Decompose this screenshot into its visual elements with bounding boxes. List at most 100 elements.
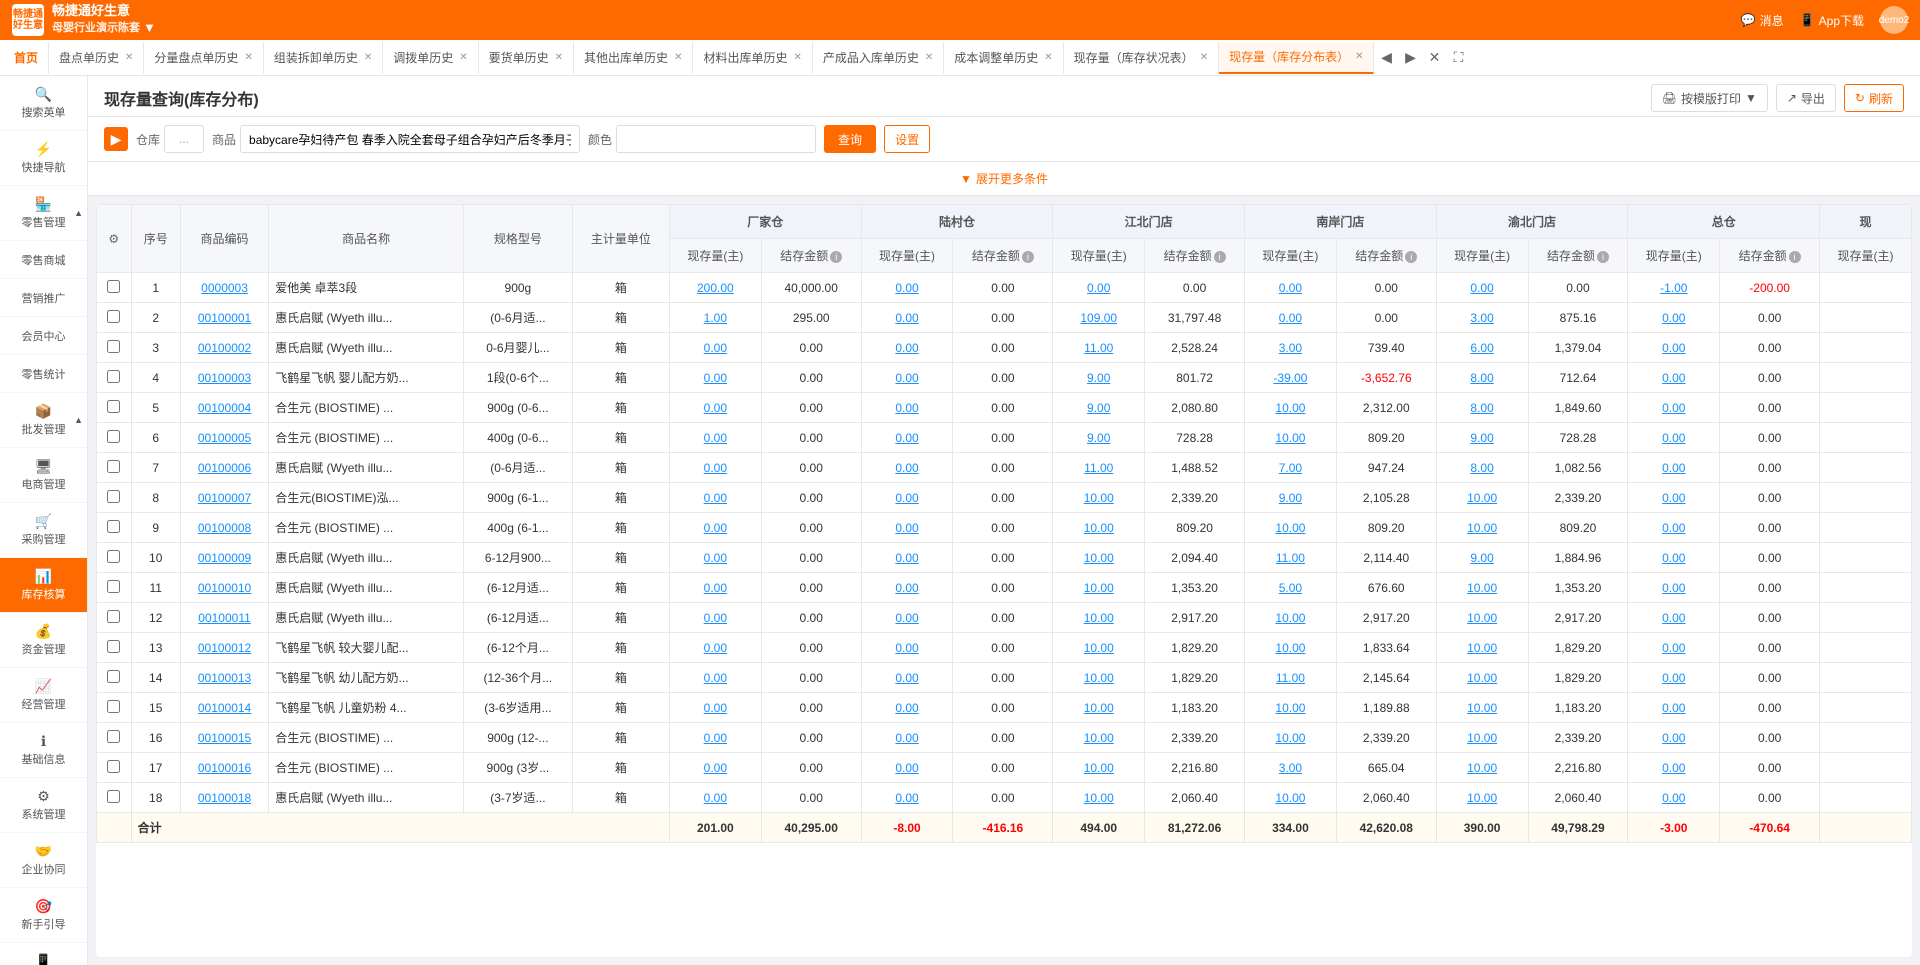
tab-t1[interactable]: 盘点单历史✕ [49,42,144,74]
product-code-cell[interactable]: 00100008 [180,513,268,543]
info-icon-2[interactable]: i [1022,251,1034,263]
app-download-btn[interactable]: 📱 App下载 [1800,12,1864,29]
product-code-cell[interactable]: 00100007 [180,483,268,513]
sidebar-item-营销推广[interactable]: 营销推广 [0,279,87,317]
info-icon-1[interactable]: i [830,251,842,263]
tab-t9[interactable]: 成本调整单历史✕ [944,42,1063,74]
close-tab-t1[interactable]: ✕ [125,52,133,63]
tab-next[interactable]: ▶ [1398,42,1422,74]
product-code-cell[interactable]: 00100013 [180,663,268,693]
product-code-cell[interactable]: 00100016 [180,753,268,783]
color-input[interactable] [616,125,816,153]
message-btn[interactable]: 💬 消息 [1741,12,1784,29]
setting-button[interactable]: 设置 [884,125,930,153]
close-tab-t4[interactable]: ✕ [459,52,467,63]
row-checkbox[interactable] [97,333,132,363]
product-code-cell[interactable]: 00100014 [180,693,268,723]
info-icon-4[interactable]: i [1405,251,1417,263]
close-tab-t6[interactable]: ✕ [674,52,682,63]
sidebar-item-电商管理[interactable]: 🖥 电商管理 [0,448,87,503]
product-code-cell[interactable]: 00100005 [180,423,268,453]
product-input[interactable] [240,125,580,153]
product-code-cell[interactable]: 00100015 [180,723,268,753]
product-code-cell[interactable]: 00100003 [180,363,268,393]
close-tab-t9[interactable]: ✕ [1044,52,1052,63]
export-button[interactable]: ↗ 导出 [1776,84,1836,112]
sidebar-item-采购管理[interactable]: 🛒 采购管理 [0,503,87,558]
sidebar-item-会员中心[interactable]: 会员中心 [0,317,87,355]
tab-home[interactable]: 首页 [4,42,49,74]
row-checkbox[interactable] [97,423,132,453]
sidebar-item-系统管理[interactable]: ⚙ 系统管理 [0,778,87,833]
tab-t7[interactable]: 材料出库单历史✕ [693,42,812,74]
row-checkbox[interactable] [97,603,132,633]
row-checkbox[interactable] [97,633,132,663]
close-tab-t7[interactable]: ✕ [793,52,801,63]
sidebar-item-库存核算[interactable]: 📊 库存核算 [0,558,87,613]
product-code-cell[interactable]: 00100018 [180,783,268,813]
row-checkbox[interactable] [97,783,132,813]
row-checkbox[interactable] [97,363,132,393]
refresh-button[interactable]: ↻ 刷新 [1844,84,1904,112]
sidebar-item-零售统计[interactable]: 零售统计 [0,355,87,393]
close-tab-t2[interactable]: ✕ [244,52,252,63]
tab-close[interactable]: ✕ [1422,42,1446,74]
product-code-cell[interactable]: 00100002 [180,333,268,363]
tab-t11[interactable]: 现存量（库存分布表）✕ [1219,42,1374,74]
product-code-cell[interactable]: 00100004 [180,393,268,423]
row-checkbox[interactable] [97,693,132,723]
row-checkbox[interactable] [97,273,132,303]
row-checkbox[interactable] [97,663,132,693]
tab-t4[interactable]: 调拨单历史✕ [383,42,478,74]
sidebar-item-搜索英单[interactable]: 🔍 搜索英单 [0,76,87,131]
tab-prev[interactable]: ◀ [1374,42,1398,74]
tab-t10[interactable]: 现存量（库存状况表）✕ [1064,42,1219,74]
row-checkbox[interactable] [97,393,132,423]
sidebar-item-经营管理[interactable]: 📈 经营管理 [0,668,87,723]
row-checkbox[interactable] [97,453,132,483]
row-checkbox[interactable] [97,723,132,753]
row-checkbox[interactable] [97,573,132,603]
row-checkbox[interactable] [97,513,132,543]
close-tab-t11[interactable]: ✕ [1355,51,1363,62]
row-checkbox[interactable] [97,303,132,333]
sidebar-item-应用中心[interactable]: 📱 应用中心 [0,943,87,965]
close-tab-t10[interactable]: ✕ [1200,52,1208,63]
close-tab-t5[interactable]: ✕ [555,52,563,63]
sidebar-item-企业协同[interactable]: 🤝 企业协同 [0,833,87,888]
sidebar-item-快捷导航[interactable]: ⚡ 快捷导航 [0,131,87,186]
tab-t6[interactable]: 其他出库单历史✕ [574,42,693,74]
sidebar-item-批发管理[interactable]: 📦 批发管理▲ [0,393,87,448]
settings-icon[interactable]: ⚙ [108,232,119,246]
product-code-cell[interactable]: 00100012 [180,633,268,663]
user-avatar[interactable]: demo2 [1880,6,1908,34]
tab-fullscreen[interactable]: ⛶ [1446,42,1470,74]
tab-t2[interactable]: 分量盘点单历史✕ [144,42,263,74]
sidebar-item-新手引导[interactable]: 🎯 新手引导 [0,888,87,943]
product-code-cell[interactable]: 00100006 [180,453,268,483]
product-code-cell[interactable]: 00100010 [180,573,268,603]
expand-conditions-btn[interactable]: ▼ 展开更多条件 [952,166,1056,191]
sidebar-item-资金管理[interactable]: 💰 资金管理 [0,613,87,668]
print-button[interactable]: 🖨 按模版打印 ▼ [1651,84,1768,112]
product-code-cell[interactable]: 00100001 [180,303,268,333]
product-code-cell[interactable]: 0000003 [180,273,268,303]
close-tab-t8[interactable]: ✕ [925,52,933,63]
sidebar-item-零售商城[interactable]: 零售商城 [0,241,87,279]
sidebar-item-基础信息[interactable]: ℹ 基础信息 [0,723,87,778]
product-code-cell[interactable]: 00100009 [180,543,268,573]
tab-t3[interactable]: 组装拆卸单历史✕ [264,42,383,74]
product-code-cell[interactable]: 00100011 [180,603,268,633]
nav-arrow[interactable]: ▼ [143,20,156,37]
info-icon-3[interactable]: i [1214,251,1226,263]
info-icon-6[interactable]: i [1789,251,1801,263]
tab-t8[interactable]: 产成品入库单历史✕ [813,42,944,74]
close-tab-t3[interactable]: ✕ [364,52,372,63]
info-icon-5[interactable]: i [1597,251,1609,263]
sidebar-item-零售管理[interactable]: 🏪 零售管理▲ [0,186,87,241]
row-checkbox[interactable] [97,543,132,573]
row-checkbox[interactable] [97,483,132,513]
tab-t5[interactable]: 要货单历史✕ [479,42,574,74]
warehouse-input[interactable] [164,125,204,153]
query-button[interactable]: 查询 [824,125,876,153]
